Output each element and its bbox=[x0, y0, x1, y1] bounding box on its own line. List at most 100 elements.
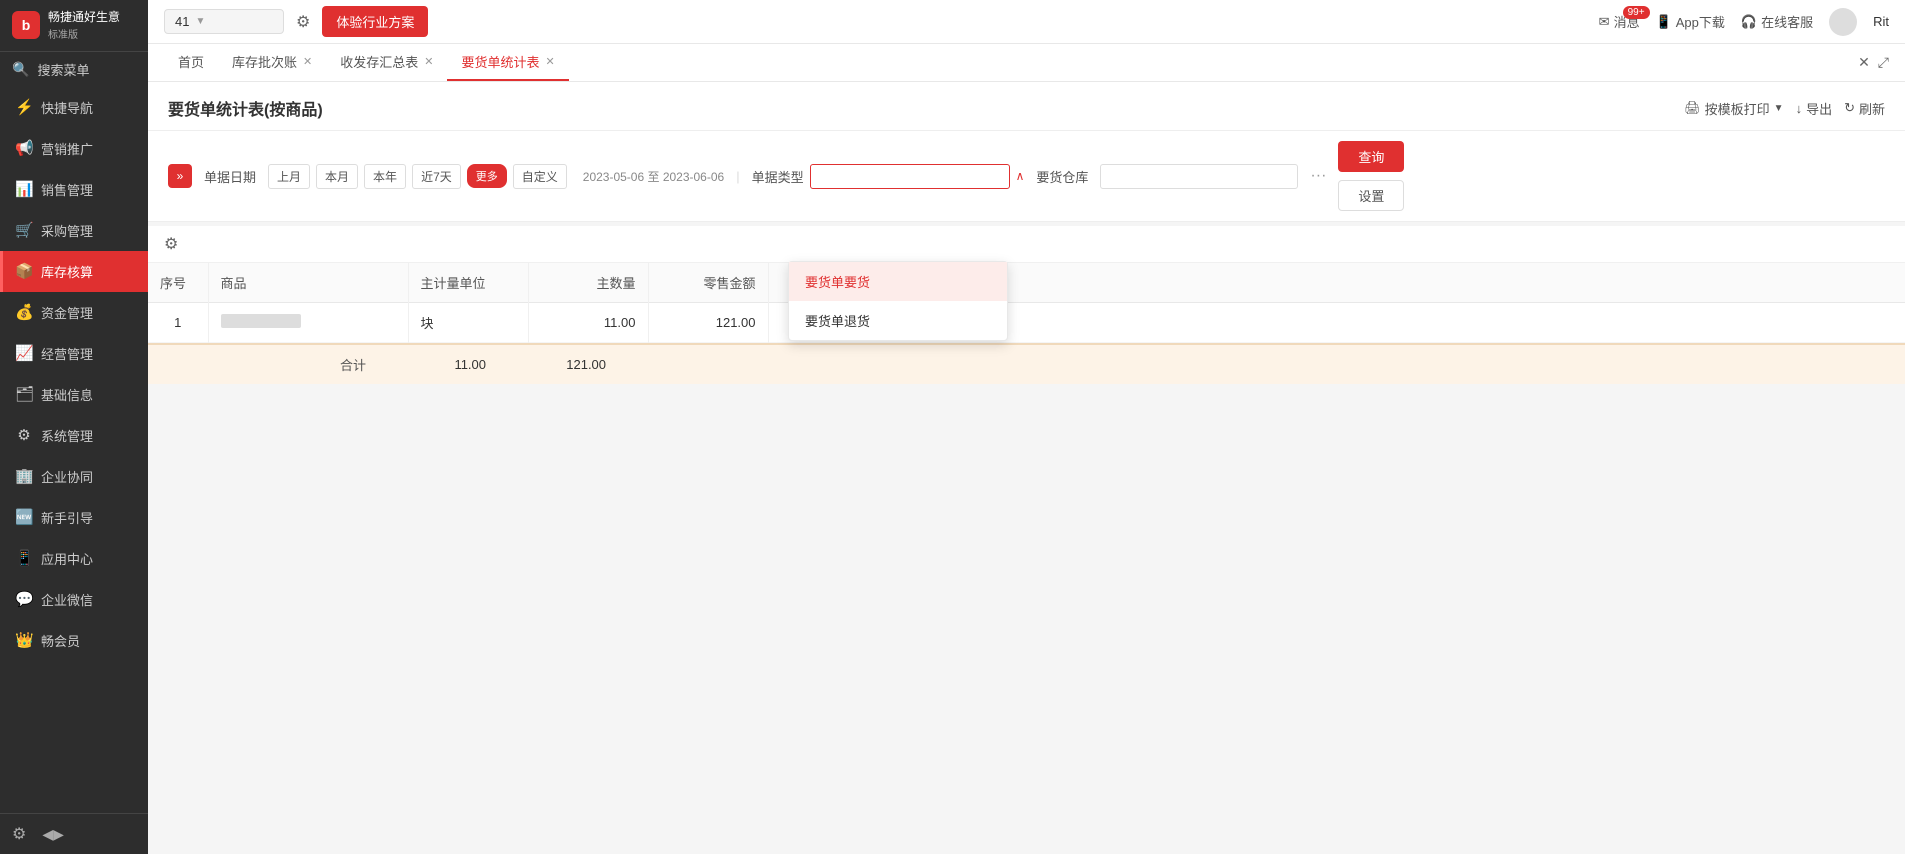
search-menu-label: 搜索菜单 bbox=[37, 60, 89, 79]
user-avatar[interactable] bbox=[1829, 8, 1857, 36]
more-filter-icon[interactable]: ··· bbox=[1310, 167, 1326, 185]
header-settings-icon[interactable]: ⚙ bbox=[296, 12, 310, 32]
sidebar: b 畅捷通好生意 标准版 🔍 搜索菜单 ⚡ 快捷导航 📢 营销推广 📊 销售管理… bbox=[0, 0, 148, 854]
expand-icon: » bbox=[177, 169, 184, 183]
service-label: 在线客服 bbox=[1761, 12, 1813, 31]
sidebar-item-guide[interactable]: 🆕 新手引导 bbox=[0, 497, 148, 538]
sales-icon: 📊 bbox=[15, 180, 33, 198]
sidebar-item-inventory[interactable]: 📦 库存核算 bbox=[0, 251, 148, 292]
cell-product bbox=[208, 303, 408, 343]
sidebar-item-finance[interactable]: 💰 资金管理 bbox=[0, 292, 148, 333]
app-version: 标准版 bbox=[48, 26, 120, 41]
dropdown-arrow-icon[interactable]: ∧ bbox=[1016, 169, 1025, 183]
sidebar-collapse-icon[interactable]: ◀▶ bbox=[42, 826, 64, 843]
refresh-icon: ↻ bbox=[1844, 100, 1855, 116]
sidebar-item-sales[interactable]: 📊 销售管理 bbox=[0, 169, 148, 210]
app-name: 畅捷通好生意 bbox=[48, 10, 120, 26]
message-icon: ✉ bbox=[1599, 14, 1610, 30]
this-year-btn[interactable]: 本年 bbox=[364, 164, 406, 189]
wechat-icon: 💬 bbox=[15, 590, 33, 608]
tab-receipt-close[interactable]: ✕ bbox=[424, 55, 433, 68]
sidebar-bottom: ⚙ ◀▶ bbox=[0, 813, 148, 854]
date-range: 2023-05-06 至 2023-06-06 bbox=[583, 168, 724, 185]
7days-btn[interactable]: 近7天 bbox=[412, 164, 461, 189]
custom-btn[interactable]: 自定义 bbox=[513, 164, 567, 189]
online-service-btn[interactable]: 🎧 在线客服 bbox=[1741, 12, 1813, 31]
page-title: 要货单统计表(按商品) bbox=[168, 96, 323, 120]
operation-icon: 📈 bbox=[15, 344, 33, 362]
dropdown-option-order-goods[interactable]: 要货单要货 bbox=[789, 262, 1007, 301]
sidebar-item-vip[interactable]: 👑 畅会员 bbox=[0, 620, 148, 661]
tab-batch[interactable]: 库存批次账 ✕ bbox=[218, 44, 326, 81]
bottom-settings-icon[interactable]: ⚙ bbox=[12, 824, 26, 844]
guide-icon: 🆕 bbox=[15, 508, 33, 526]
refresh-btn[interactable]: ↻ 刷新 bbox=[1844, 99, 1885, 118]
tab-order-summary[interactable]: 要货单统计表 ✕ bbox=[447, 44, 568, 81]
message-btn[interactable]: ✉ 消息 99+ bbox=[1599, 12, 1640, 31]
inventory-icon: 📦 bbox=[15, 262, 33, 280]
sidebar-item-quick-nav[interactable]: ⚡ 快捷导航 bbox=[0, 87, 148, 128]
tab-home[interactable]: 首页 bbox=[164, 44, 218, 81]
date-label: 单据日期 bbox=[204, 167, 256, 186]
tab-order-label: 要货单统计表 bbox=[461, 52, 539, 71]
vip-icon: 👑 bbox=[15, 631, 33, 649]
export-btn[interactable]: ↓ 导出 bbox=[1796, 99, 1833, 118]
app-download-btn[interactable]: 📱 App下载 bbox=[1656, 12, 1725, 31]
column-settings-icon[interactable]: ⚙ bbox=[164, 234, 178, 254]
this-month-btn[interactable]: 本月 bbox=[316, 164, 358, 189]
col-qty: 主数量 bbox=[528, 263, 648, 303]
tabs-bar: 首页 库存批次账 ✕ 收发存汇总表 ✕ 要货单统计表 ✕ ✕ ⤢ bbox=[148, 44, 1905, 82]
dropdown-option-order-return[interactable]: 要货单退货 bbox=[789, 301, 1007, 340]
tab-order-close[interactable]: ✕ bbox=[546, 55, 555, 68]
message-badge: 99+ bbox=[1623, 6, 1650, 19]
type-label: 单据类型 bbox=[752, 167, 804, 186]
query-btn[interactable]: 查询 bbox=[1338, 141, 1404, 172]
sidebar-item-operation[interactable]: 📈 经营管理 bbox=[0, 333, 148, 374]
tabs-actions: ✕ ⤢ bbox=[1858, 54, 1889, 71]
prev-month-btn[interactable]: 上月 bbox=[268, 164, 310, 189]
cell-seq: 1 bbox=[148, 303, 208, 343]
sidebar-nav: ⚡ 快捷导航 📢 营销推广 📊 销售管理 🛒 采购管理 📦 库存核算 💰 资金管… bbox=[0, 87, 148, 813]
trial-btn[interactable]: 体验行业方案 bbox=[322, 6, 428, 37]
option-label: 要货单退货 bbox=[805, 314, 870, 329]
tab-batch-close[interactable]: ✕ bbox=[303, 55, 312, 68]
app-download-icon: 📱 bbox=[1656, 14, 1672, 30]
cell-qty: 11.00 bbox=[528, 303, 648, 343]
search-menu[interactable]: 🔍 搜索菜单 bbox=[0, 52, 148, 87]
tab-expand-icon[interactable]: ⤢ bbox=[1878, 54, 1889, 71]
sidebar-item-system[interactable]: ⚙ 系统管理 bbox=[0, 415, 148, 456]
sidebar-item-enterprise[interactable]: 🏢 企业协同 bbox=[0, 456, 148, 497]
filter-bar: » 单据日期 上月 本月 本年 近7天 更多 自定义 2023-05-06 至 … bbox=[148, 131, 1905, 222]
sidebar-item-app-center[interactable]: 📱 应用中心 bbox=[0, 538, 148, 579]
sidebar-item-purchase[interactable]: 🛒 采购管理 bbox=[0, 210, 148, 251]
print-btn[interactable]: 🖨 按模板打印 ▼ bbox=[1684, 99, 1783, 118]
sidebar-item-label: 新手引导 bbox=[41, 508, 93, 527]
more-btn[interactable]: 更多 bbox=[467, 164, 507, 188]
sidebar-item-base[interactable]: 🗂 基础信息 bbox=[0, 374, 148, 415]
main-area: 41 ▼ ⚙ 体验行业方案 ✉ 消息 99+ 📱 App下载 🎧 在线客服 Ri… bbox=[148, 0, 1905, 854]
tab-close-all-icon[interactable]: ✕ bbox=[1858, 54, 1870, 71]
sidebar-item-marketing[interactable]: 📢 营销推广 bbox=[0, 128, 148, 169]
tab-receipt-summary[interactable]: 收发存汇总表 ✕ bbox=[326, 44, 447, 81]
sidebar-item-label: 系统管理 bbox=[41, 426, 93, 445]
sidebar-item-wechat[interactable]: 💬 企业微信 bbox=[0, 579, 148, 620]
app-logo-icon: b bbox=[12, 11, 40, 39]
filter-separator: | bbox=[736, 169, 739, 184]
set-btn[interactable]: 设置 bbox=[1338, 180, 1404, 211]
sidebar-logo: b 畅捷通好生意 标准版 bbox=[0, 0, 148, 52]
type-dropdown-popup: 要货单要货 要货单退货 bbox=[788, 261, 1008, 341]
type-input[interactable] bbox=[810, 164, 1010, 189]
company-selector[interactable]: 41 ▼ bbox=[164, 9, 284, 34]
sidebar-item-label: 销售管理 bbox=[41, 180, 93, 199]
chevron-down-icon: ▼ bbox=[195, 16, 205, 27]
export-icon: ↓ bbox=[1796, 101, 1803, 116]
tab-batch-label: 库存批次账 bbox=[232, 52, 297, 71]
warehouse-input[interactable] bbox=[1100, 164, 1298, 189]
table-header-row: 序号 商品 主计量单位 主数量 零售金额 bbox=[148, 263, 1905, 303]
cell-unit: 块 bbox=[408, 303, 528, 343]
col-seq: 序号 bbox=[148, 263, 208, 303]
filter-expand-btn[interactable]: » bbox=[168, 164, 192, 188]
sidebar-item-label: 资金管理 bbox=[41, 303, 93, 322]
print-icon: 🖨 bbox=[1684, 100, 1701, 116]
tab-home-label: 首页 bbox=[178, 52, 204, 71]
